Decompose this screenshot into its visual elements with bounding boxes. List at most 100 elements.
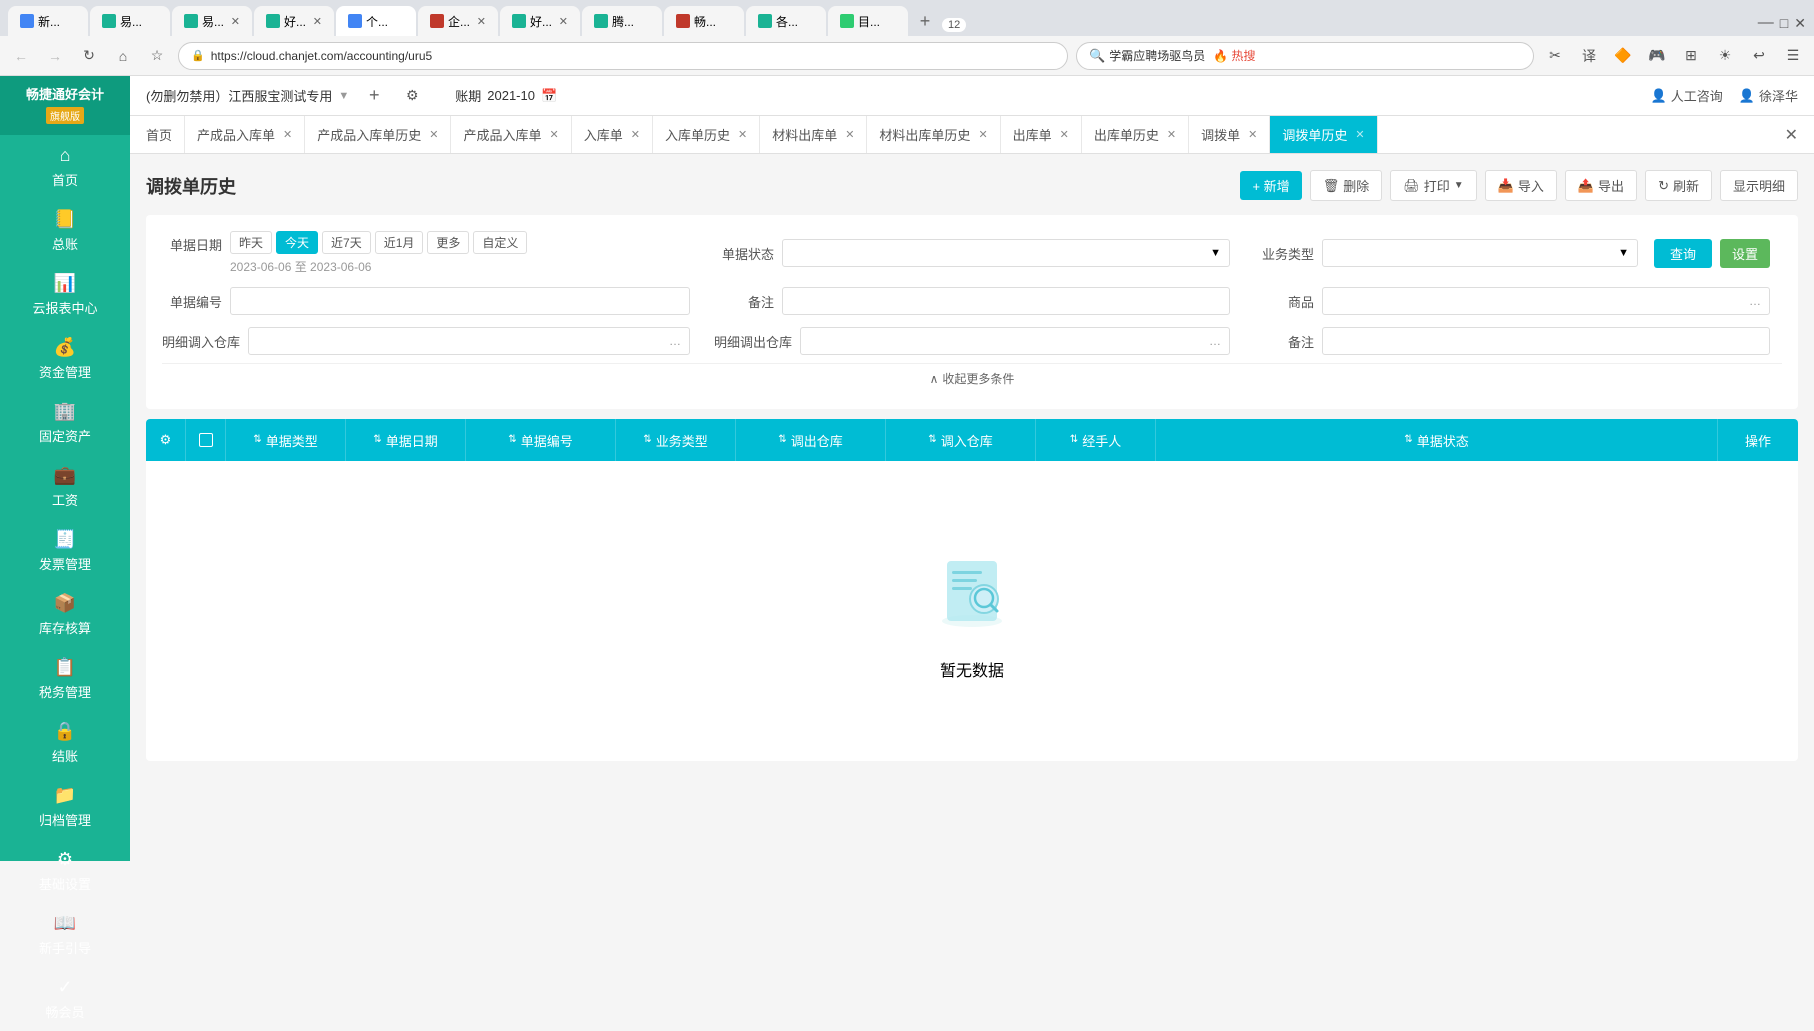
- address-bar[interactable]: 🔒 https://cloud.chanjet.com/accounting/u…: [178, 42, 1068, 70]
- th-out-wh[interactable]: ⇅ 调出仓库: [736, 419, 886, 461]
- close-icon-4[interactable]: ✕: [313, 15, 322, 28]
- close-tab-in-order-hist[interactable]: ✕: [738, 128, 747, 141]
- th-handler[interactable]: ⇅ 经手人: [1036, 419, 1156, 461]
- new-button[interactable]: + 新增: [1240, 171, 1301, 200]
- print-button[interactable]: 🖨 打印 ▼: [1390, 170, 1476, 201]
- close-tab-out-order[interactable]: ✕: [1060, 128, 1069, 141]
- sidebar-item-finance[interactable]: 💰 资金管理: [0, 327, 130, 391]
- sidebar-item-inventory[interactable]: 📦 库存核算: [0, 583, 130, 647]
- scissors-icon[interactable]: ✂: [1542, 43, 1568, 69]
- reload-button[interactable]: ↻: [76, 43, 102, 69]
- tab-in-order-hist[interactable]: 入库单历史 ✕: [653, 116, 760, 154]
- close-icon-7[interactable]: ✕: [559, 15, 568, 28]
- extension-icon[interactable]: 🔶: [1610, 43, 1636, 69]
- tab-out-order-hist[interactable]: 出库单历史 ✕: [1082, 116, 1189, 154]
- date-btn-custom[interactable]: 自定义: [473, 231, 527, 254]
- translate-icon[interactable]: 译: [1576, 43, 1602, 69]
- close-tab-in-order[interactable]: ✕: [631, 128, 640, 141]
- home-button[interactable]: ⌂: [110, 43, 136, 69]
- browser-tab-5[interactable]: 个...: [336, 6, 416, 36]
- browser-tab-10[interactable]: 各...: [746, 6, 826, 36]
- date-btn-today[interactable]: 今天: [276, 231, 318, 254]
- tab-transfer[interactable]: 调拨单 ✕: [1189, 116, 1270, 154]
- tab-home[interactable]: 首页: [134, 116, 185, 154]
- add-company-button[interactable]: +: [359, 81, 389, 111]
- sidebar-item-archive[interactable]: 📁 归档管理: [0, 775, 130, 839]
- sidebar-item-closing[interactable]: 🔒 结账: [0, 711, 130, 775]
- th-doc-status[interactable]: ⇅ 单据状态: [1156, 419, 1718, 461]
- theme-icon[interactable]: ☀: [1712, 43, 1738, 69]
- sidebar-item-salary[interactable]: 💼 工资: [0, 455, 130, 519]
- calendar-icon[interactable]: 📅: [541, 88, 557, 104]
- close-all-icon[interactable]: ✕: [1785, 127, 1798, 144]
- game-icon[interactable]: 🎮: [1644, 43, 1670, 69]
- th-checkbox[interactable]: [186, 419, 226, 461]
- date-btn-7days[interactable]: 近7天: [322, 231, 371, 254]
- sidebar-item-assets[interactable]: 🏢 固定资产: [0, 391, 130, 455]
- browser-tab-6[interactable]: 企... ✕: [418, 6, 498, 36]
- docno-input[interactable]: [230, 287, 690, 315]
- sidebar-item-member[interactable]: ✓ 畅会员: [0, 967, 130, 1031]
- company-settings-icon[interactable]: ⚙: [399, 83, 425, 109]
- th-doc-no[interactable]: ⇅ 单据编号: [466, 419, 616, 461]
- browser-tab-3[interactable]: 易... ✕: [172, 6, 252, 36]
- browser-tab-1[interactable]: 新...: [8, 6, 88, 36]
- th-doc-date[interactable]: ⇅ 单据日期: [346, 419, 466, 461]
- sidebar-item-guide[interactable]: 📖 新手引导: [0, 903, 130, 967]
- th-doc-type[interactable]: ⇅ 单据类型: [226, 419, 346, 461]
- sidebar-item-ledger[interactable]: 📒 总账: [0, 199, 130, 263]
- th-settings[interactable]: ⚙: [146, 419, 186, 461]
- close-window-icon[interactable]: ✕: [1794, 15, 1806, 32]
- delete-button[interactable]: 🗑 删除: [1310, 170, 1383, 201]
- close-icon-3[interactable]: ✕: [231, 15, 240, 28]
- tab-in-order[interactable]: 入库单 ✕: [572, 116, 653, 154]
- close-tab-transfer-hist[interactable]: ✕: [1355, 128, 1364, 141]
- close-tab-product-in2[interactable]: ✕: [550, 128, 559, 141]
- user-info[interactable]: 👤 徐泽华: [1739, 86, 1798, 105]
- browser-tab-9[interactable]: 畅...: [664, 6, 744, 36]
- close-tab-product-in[interactable]: ✕: [283, 128, 292, 141]
- grid-icon[interactable]: ⊞: [1678, 43, 1704, 69]
- export-button[interactable]: 📤 导出: [1565, 170, 1637, 201]
- detail-out-select[interactable]: …: [800, 327, 1230, 355]
- th-biz-type[interactable]: ⇅ 业务类型: [616, 419, 736, 461]
- service-link[interactable]: 👤 人工咨询: [1651, 86, 1723, 105]
- search-button[interactable]: 查询: [1654, 239, 1712, 268]
- date-btn-more[interactable]: 更多: [427, 231, 469, 254]
- close-tab-mat-out[interactable]: ✕: [845, 128, 854, 141]
- import-button[interactable]: 📥 导入: [1485, 170, 1557, 201]
- date-btn-yesterday[interactable]: 昨天: [230, 231, 272, 254]
- close-tab-product-in-hist[interactable]: ✕: [429, 128, 438, 141]
- th-in-wh[interactable]: ⇅ 调入仓库: [886, 419, 1036, 461]
- minimize-icon[interactable]: —: [1758, 14, 1774, 32]
- collapse-button[interactable]: ∧ 收起更多条件: [162, 363, 1782, 393]
- browser-tab-4[interactable]: 好... ✕: [254, 6, 334, 36]
- browser-tab-7[interactable]: 好... ✕: [500, 6, 580, 36]
- close-tab-out-order-hist[interactable]: ✕: [1167, 128, 1176, 141]
- sidebar-item-reports[interactable]: 📊 云报表中心: [0, 263, 130, 327]
- tab-product-in[interactable]: 产成品入库单 ✕: [185, 116, 305, 154]
- refresh-button[interactable]: ↻ 刷新: [1645, 170, 1712, 201]
- note-input[interactable]: [1322, 327, 1770, 355]
- tab-mat-out-hist[interactable]: 材料出库单历史 ✕: [867, 116, 1000, 154]
- tab-product-in2[interactable]: 产成品入库单 ✕: [451, 116, 571, 154]
- tab-close-all[interactable]: ✕: [1785, 125, 1810, 145]
- browser-tab-8[interactable]: 腾...: [582, 6, 662, 36]
- bookmark-button[interactable]: ☆: [144, 43, 170, 69]
- tab-transfer-hist[interactable]: 调拨单历史 ✕: [1270, 116, 1377, 154]
- company-selector[interactable]: (勿删勿禁用）江西服宝测试专用 ▼: [146, 86, 349, 105]
- date-btn-1month[interactable]: 近1月: [375, 231, 424, 254]
- status-select[interactable]: ▼: [782, 239, 1230, 267]
- back-button[interactable]: ←: [8, 43, 34, 69]
- close-icon-6[interactable]: ✕: [477, 15, 486, 28]
- tab-mat-out[interactable]: 材料出库单 ✕: [760, 116, 867, 154]
- tab-product-in-hist[interactable]: 产成品入库单历史 ✕: [305, 116, 451, 154]
- undo-icon[interactable]: ↩: [1746, 43, 1772, 69]
- browser-tab-11[interactable]: 目...: [828, 6, 908, 36]
- show-columns-button[interactable]: 显示明细: [1720, 170, 1798, 201]
- sidebar-item-home[interactable]: ⌂ 首页: [0, 135, 130, 199]
- browser-tab-2[interactable]: 易...: [90, 6, 170, 36]
- goods-select[interactable]: …: [1322, 287, 1770, 315]
- sidebar-item-tax[interactable]: 📋 税务管理: [0, 647, 130, 711]
- detail-in-select[interactable]: …: [248, 327, 690, 355]
